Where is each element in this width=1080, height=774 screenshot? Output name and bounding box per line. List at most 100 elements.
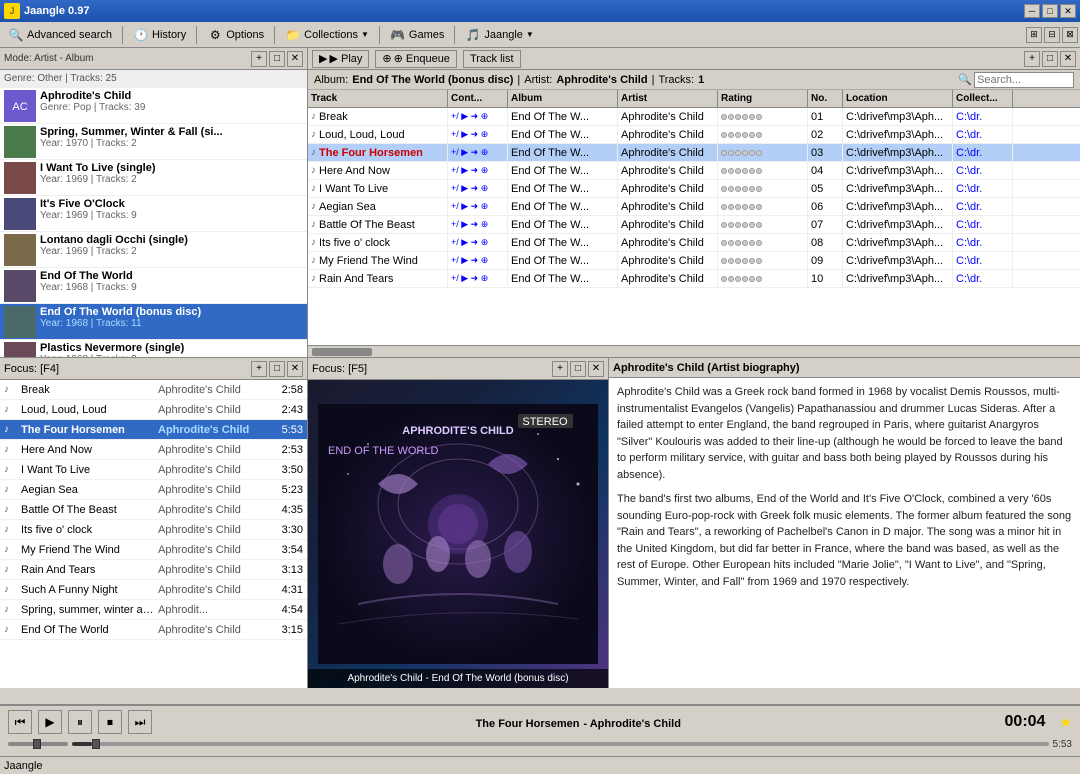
track-row[interactable]: ♪ I Want To Live +/ ▶ ➜ ⊕ End Of The W..… (308, 180, 1080, 198)
menu-advanced-search[interactable]: 🔍 Advanced search (2, 24, 118, 46)
th-cont[interactable]: Cont... (448, 90, 508, 108)
view-icon-2[interactable]: ⊟ (1044, 27, 1060, 43)
track-panel-icons[interactable]: + □ ✕ (1024, 51, 1076, 67)
td-no-5: 05 (808, 180, 843, 198)
menu-jaangle[interactable]: 🎵 Jaangle ▼ (459, 24, 539, 46)
volume-handle[interactable] (33, 739, 41, 749)
maximize-button[interactable]: □ (1042, 4, 1058, 18)
focus-row-spring[interactable]: ♪ Spring, summer, winter and fall Aphrod… (0, 600, 307, 620)
td-track-5: ♪ I Want To Live (308, 180, 448, 198)
th-rating[interactable]: Rating (718, 90, 808, 108)
enqueue-button[interactable]: ⊕ ⊕ Enqueue (375, 50, 457, 68)
focus-row-funny[interactable]: ♪ Such A Funny Night Aphrodite's Child 4… (0, 580, 307, 600)
tracklist-button[interactable]: Track list (463, 50, 521, 68)
list-item-lontano[interactable]: Lontano dagli Occhi (single) Year: 1969 … (0, 232, 307, 268)
album-view-icon[interactable]: □ (570, 361, 586, 377)
focus-panel-icons[interactable]: + □ ✕ (251, 361, 303, 377)
th-collect[interactable]: Collect... (953, 90, 1013, 108)
focus-row-break[interactable]: ♪ Break Aphrodite's Child 2:58 (0, 380, 307, 400)
view-icon-1[interactable]: ⊞ (1026, 27, 1042, 43)
list-item-end-bonus[interactable]: End Of The World (bonus disc) Year: 1968… (0, 304, 307, 340)
add-icon[interactable]: + (251, 51, 267, 67)
album-add-icon[interactable]: + (552, 361, 568, 377)
play-pause-button[interactable]: ▶ (38, 710, 62, 734)
star-rating-button[interactable]: ★ (1059, 714, 1072, 731)
svg-text:APHRODITE'S CHILD: APHRODITE'S CHILD (402, 425, 513, 437)
prev-button[interactable]: ⏮ (8, 710, 32, 734)
next-button[interactable]: ⏭ (128, 710, 152, 734)
focus-row-loud[interactable]: ♪ Loud, Loud, Loud Aphrodite's Child 2:4… (0, 400, 307, 420)
focus-row-endworld[interactable]: ♪ End Of The World Aphrodite's Child 3:1… (0, 620, 307, 640)
track-row-horsemen[interactable]: ♪ The Four Horsemen +/ ▶ ➜ ⊕ End Of The … (308, 144, 1080, 162)
view-icon[interactable]: □ (269, 51, 285, 67)
td-col-1: C:\dr. (953, 108, 1013, 126)
track-row[interactable]: ♪ Rain And Tears +/ ▶ ➜ ⊕ End Of The W..… (308, 270, 1080, 288)
menu-history[interactable]: 🕐 History (127, 24, 192, 46)
focus-row-five[interactable]: ♪ Its five o' clock Aphrodite's Child 3:… (0, 520, 307, 540)
menu-collections-label: Collections (304, 29, 358, 41)
track-row[interactable]: ♪ Loud, Loud, Loud +/ ▶ ➜ ⊕ End Of The W… (308, 126, 1080, 144)
focus-close-icon[interactable]: ✕ (287, 361, 303, 377)
td-cont-1: +/ ▶ ➜ ⊕ (448, 108, 508, 126)
album-close-icon[interactable]: ✕ (588, 361, 604, 377)
list-item-spring[interactable]: Spring, Summer, Winter & Fall (si... Yea… (0, 124, 307, 160)
td-loc-7: C:\drivef\mp3\Aph... (843, 216, 953, 234)
minimize-button[interactable]: ─ (1024, 4, 1040, 18)
menu-options[interactable]: ⚙ Options (201, 24, 270, 46)
focus-row-horsemen[interactable]: ♪ The Four Horsemen Aphrodite's Child 5:… (0, 420, 307, 440)
th-location[interactable]: Location (843, 90, 953, 108)
focus-row-battle[interactable]: ♪ Battle Of The Beast Aphrodite's Child … (0, 500, 307, 520)
focus-row-here[interactable]: ♪ Here And Now Aphrodite's Child 2:53 (0, 440, 307, 460)
td-album-2: End Of The W... (508, 126, 618, 144)
track-row[interactable]: ♪ Here And Now +/ ▶ ➜ ⊕ End Of The W... … (308, 162, 1080, 180)
list-item-genre[interactable]: Genre: Other | Tracks: 25 (0, 70, 307, 88)
focus-view-icon[interactable]: □ (269, 361, 285, 377)
th-artist[interactable]: Artist (618, 90, 718, 108)
view-icon-3[interactable]: ⊠ (1062, 27, 1078, 43)
list-item-five[interactable]: It's Five O'Clock Year: 1969 | Tracks: 9 (0, 196, 307, 232)
track-info-bar: Album: End Of The World (bonus disc) | A… (308, 70, 1080, 90)
td-col-2: C:\dr. (953, 126, 1013, 144)
close-panel-icon[interactable]: ✕ (287, 51, 303, 67)
list-item-aphrodite[interactable]: AC Aphrodite's Child Genre: Pop | Tracks… (0, 88, 307, 124)
search-input[interactable] (974, 72, 1074, 88)
menu-games[interactable]: 🎮 Games (384, 24, 450, 46)
track-close-icon[interactable]: ✕ (1060, 51, 1076, 67)
track-row[interactable]: ♪ My Friend The Wind +/ ▶ ➜ ⊕ End Of The… (308, 252, 1080, 270)
left-panel-header-icons[interactable]: + □ ✕ (251, 51, 303, 67)
list-item-plastics[interactable]: Plastics Nevermore (single) Year: 1968 |… (0, 340, 307, 357)
pause-button[interactable]: ⏸ (68, 710, 92, 734)
th-track[interactable]: Track (308, 90, 448, 108)
track-add-icon[interactable]: + (1024, 51, 1040, 67)
track-row[interactable]: ♪ Aegian Sea +/ ▶ ➜ ⊕ End Of The W... Ap… (308, 198, 1080, 216)
play-button[interactable]: ▶ ▶ Play (312, 50, 369, 68)
stop-button[interactable]: ⏹ (98, 710, 122, 734)
list-item-iwant[interactable]: I Want To Live (single) Year: 1969 | Tra… (0, 160, 307, 196)
focus-add-icon[interactable]: + (251, 361, 267, 377)
title-bar-buttons[interactable]: ─ □ ✕ (1024, 4, 1076, 18)
player-controls: ⏮ ▶ ⏸ ⏹ ⏭ The Four Horsemen - Aphrodite'… (0, 706, 1080, 738)
h-scrollbar[interactable] (308, 345, 1080, 357)
focus-row-myfriend[interactable]: ♪ My Friend The Wind Aphrodite's Child 3… (0, 540, 307, 560)
focus-row-aegian[interactable]: ♪ Aegian Sea Aphrodite's Child 5:23 (0, 480, 307, 500)
focus-row-rain[interactable]: ♪ Rain And Tears Aphrodite's Child 3:13 (0, 560, 307, 580)
th-no[interactable]: No. (808, 90, 843, 108)
track-row[interactable]: ♪ Break +/ ▶ ➜ ⊕ End Of The W... Aphrodi… (308, 108, 1080, 126)
track-row[interactable]: ♪ Battle Of The Beast +/ ▶ ➜ ⊕ End Of Th… (308, 216, 1080, 234)
menu-separator-3 (274, 26, 275, 44)
progress-track[interactable] (72, 742, 1049, 746)
track-view-icon[interactable]: □ (1042, 51, 1058, 67)
album-panel-icons[interactable]: + □ ✕ (552, 361, 604, 377)
list-item-end[interactable]: End Of The World Year: 1968 | Tracks: 9 (0, 268, 307, 304)
jaangle-dropdown-arrow: ▼ (526, 30, 534, 39)
options-icon: ⚙ (207, 27, 223, 43)
progress-handle[interactable] (92, 739, 100, 749)
volume-slider[interactable] (8, 742, 68, 746)
th-album[interactable]: Album (508, 90, 618, 108)
menu-collections[interactable]: 📁 Collections ▼ (279, 24, 375, 46)
menu-history-label: History (152, 29, 186, 41)
focus-note-icon: ♪ (4, 483, 18, 497)
close-button[interactable]: ✕ (1060, 4, 1076, 18)
focus-row-iwant[interactable]: ♪ I Want To Live Aphrodite's Child 3:50 (0, 460, 307, 480)
track-row[interactable]: ♪ Its five o' clock +/ ▶ ➜ ⊕ End Of The … (308, 234, 1080, 252)
